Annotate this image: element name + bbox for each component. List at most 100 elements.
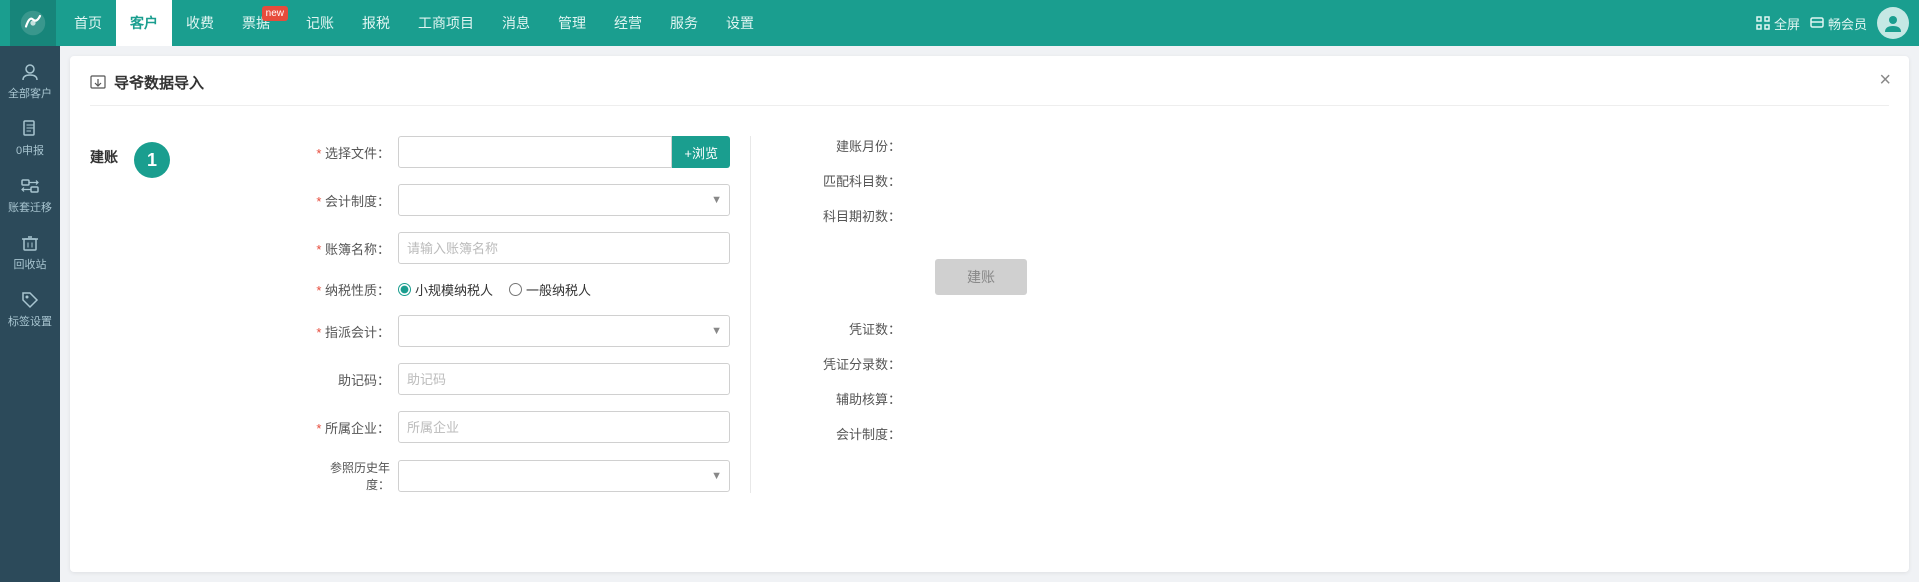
browse-button[interactable]: +浏览: [672, 136, 730, 168]
import-icon: [90, 75, 106, 91]
transfer-icon: [20, 176, 40, 196]
tag-icon: [20, 290, 40, 310]
user-avatar[interactable]: [1877, 7, 1909, 39]
accounting-system-label: * 会计制度：: [310, 191, 390, 210]
sidebar-item-all-customers[interactable]: 全部客户: [0, 54, 60, 109]
page-panel: 导爷数据导入 × 建账 1 * 选择文件：: [70, 56, 1909, 572]
nav-operations[interactable]: 经营: [600, 0, 656, 46]
trash-icon: [20, 233, 40, 253]
history-year-row: 参照历史年度： ▼: [310, 459, 730, 493]
step-badge: 1: [134, 142, 170, 178]
info-accounting-system-row: 会计制度：: [811, 424, 1151, 443]
accountant-select-wrap: ▼: [398, 315, 730, 347]
sidebar-label-transfer: 账套迁移: [8, 199, 52, 215]
form-main: * 选择文件： +浏览 * 会计制度：: [310, 136, 730, 493]
file-row: * 选择文件： +浏览: [310, 136, 730, 168]
tax-type-label: * 纳税性质：: [310, 280, 390, 299]
accounting-system-select[interactable]: [398, 184, 730, 216]
info-month-row: 建账月份：: [811, 136, 1151, 155]
app-logo[interactable]: [10, 0, 56, 46]
sidebar-label-recycle: 回收站: [14, 256, 47, 272]
form-layout: 建账 1 * 选择文件： +浏览: [90, 126, 1889, 503]
history-year-select-wrap: ▼: [398, 460, 730, 492]
main-layout: 全部客户 0申报 账套迁移: [0, 46, 1919, 582]
info-subjects-init-row: 科目期初数：: [811, 206, 1151, 225]
ledger-name-label: * 账簿名称：: [310, 239, 390, 258]
tax-type-radio-group: 小规模纳税人 一般纳税人: [398, 280, 730, 299]
nav-fees[interactable]: 收费: [172, 0, 228, 46]
accounting-system-select-wrap: ▼: [398, 184, 730, 216]
info-aux-accounting-row: 辅助核算：: [811, 389, 1151, 408]
form-right: 建账月份： 匹配科目数： 科目期初数： 建账: [771, 136, 1151, 493]
company-label: * 所属企业：: [310, 418, 390, 437]
panel-title: 导爷数据导入: [114, 72, 204, 93]
sidebar-item-recycle[interactable]: 回收站: [0, 225, 60, 280]
main-content: 导爷数据导入 × 建账 1 * 选择文件：: [60, 46, 1919, 582]
file-label: * 选择文件：: [310, 143, 390, 162]
info-vouchers-label: 凭证数：: [811, 319, 901, 338]
info-match-label: 匹配科目数：: [811, 171, 901, 190]
fullscreen-label: 全屏: [1774, 14, 1800, 33]
sidebar-item-account-transfer[interactable]: 账套迁移: [0, 168, 60, 223]
company-input[interactable]: [398, 411, 730, 443]
nav-messages[interactable]: 消息: [488, 0, 544, 46]
sidebar-label-zero-report: 0申报: [16, 142, 44, 158]
new-badge: new: [262, 6, 288, 21]
sidebar-item-zero-report[interactable]: 0申报: [0, 111, 60, 166]
tax-type-row: * 纳税性质： 小规模纳税人 一般纳税人: [310, 280, 730, 299]
file-text-input[interactable]: [398, 136, 672, 168]
nav-bills[interactable]: 票据 new: [228, 0, 292, 46]
nav-customers[interactable]: 客户: [116, 0, 172, 46]
form-divider: [750, 136, 751, 493]
radio-small-input[interactable]: [398, 283, 411, 296]
accounting-system-row: * 会计制度： ▼: [310, 184, 730, 216]
step-indicator: 建账 1: [90, 136, 310, 493]
close-button[interactable]: ×: [1879, 70, 1891, 90]
sidebar-item-tag-settings[interactable]: 标签设置: [0, 282, 60, 337]
nav-settings[interactable]: 设置: [712, 0, 768, 46]
radio-small-taxpayer[interactable]: 小规模纳税人: [398, 280, 493, 299]
history-year-label: 参照历史年度：: [310, 459, 390, 493]
nav-items: 首页 客户 收费 票据 new 记账 报税 工商项目 消息 管理 经营 服务 设…: [60, 0, 1756, 46]
memo-code-label: 助记码：: [310, 370, 390, 389]
create-btn-row: 建账: [811, 249, 1151, 295]
radio-general-input[interactable]: [509, 283, 522, 296]
accountant-select[interactable]: [398, 315, 730, 347]
memo-code-input[interactable]: [398, 363, 730, 395]
top-nav-right: 全屏 畅会员: [1756, 7, 1909, 39]
assign-accountant-label: * 指派会计：: [310, 322, 390, 341]
radio-general-label: 一般纳税人: [526, 280, 591, 299]
member-button[interactable]: 畅会员: [1810, 14, 1867, 33]
nav-home[interactable]: 首页: [60, 0, 116, 46]
info-entries-label: 凭证分录数：: [811, 354, 901, 373]
history-year-select[interactable]: [398, 460, 730, 492]
radio-small-label: 小规模纳税人: [415, 280, 493, 299]
sidebar-label-tags: 标签设置: [8, 313, 52, 329]
info-subjects-init-label: 科目期初数：: [811, 206, 901, 225]
info-system-label: 会计制度：: [811, 424, 901, 443]
member-label: 畅会员: [1828, 14, 1867, 33]
info-match-subjects-row: 匹配科目数：: [811, 171, 1151, 190]
nav-business[interactable]: 工商项目: [404, 0, 488, 46]
info-aux-label: 辅助核算：: [811, 389, 901, 408]
company-row: * 所属企业：: [310, 411, 730, 443]
nav-bookkeeping[interactable]: 记账: [292, 0, 348, 46]
step-label: 建账: [90, 147, 118, 167]
nav-tax[interactable]: 报税: [348, 0, 404, 46]
create-account-button[interactable]: 建账: [935, 259, 1027, 295]
fullscreen-button[interactable]: 全屏: [1756, 14, 1800, 33]
ledger-name-input[interactable]: [398, 232, 730, 264]
top-navigation: 首页 客户 收费 票据 new 记账 报税 工商项目 消息 管理 经营 服务 设…: [0, 0, 1919, 46]
assign-accountant-row: * 指派会计： ▼: [310, 315, 730, 347]
radio-general-taxpayer[interactable]: 一般纳税人: [509, 280, 591, 299]
nav-manage[interactable]: 管理: [544, 0, 600, 46]
sidebar-label-customers: 全部客户: [8, 85, 52, 101]
ledger-name-row: * 账簿名称：: [310, 232, 730, 264]
sidebar: 全部客户 0申报 账套迁移: [0, 46, 60, 582]
user-icon: [20, 62, 40, 82]
info-month-label: 建账月份：: [811, 136, 901, 155]
info-vouchers-row: 凭证数：: [811, 319, 1151, 338]
file-icon: [20, 119, 40, 139]
panel-header: 导爷数据导入: [90, 72, 1889, 106]
nav-services[interactable]: 服务: [656, 0, 712, 46]
